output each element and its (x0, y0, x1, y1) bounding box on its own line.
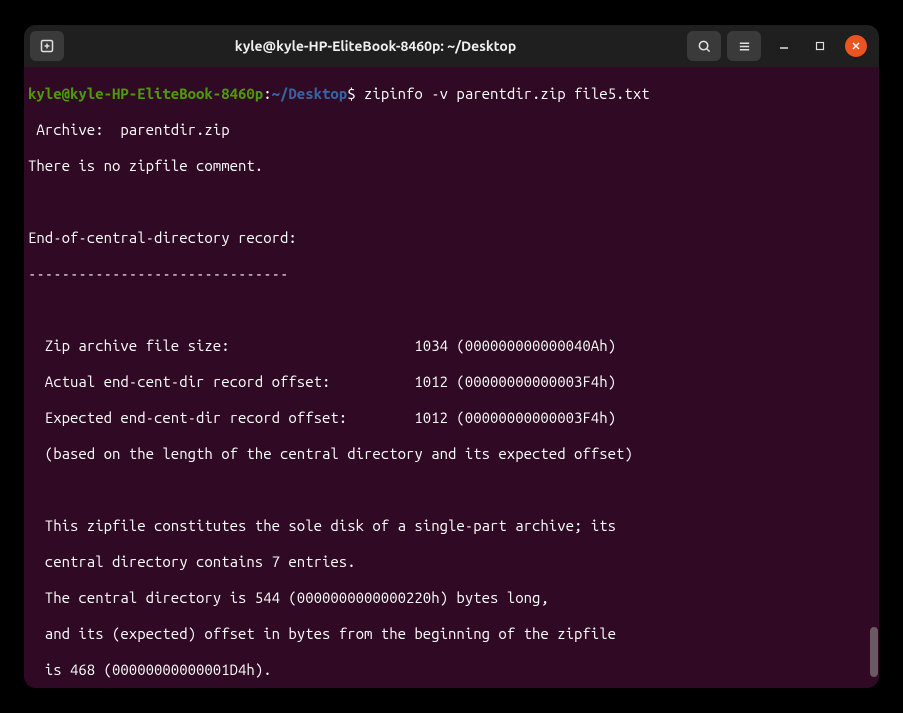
search-button[interactable] (687, 31, 721, 61)
output-line: This zipfile constitutes the sole disk o… (28, 517, 875, 535)
scrollbar-thumb[interactable] (870, 627, 878, 677)
output-line: is 468 (00000000000001D4h). (28, 661, 875, 679)
window-controls (767, 35, 873, 57)
output-line: Actual end-cent-dir record offset: 1012 … (28, 373, 875, 391)
output-line: The central directory is 544 (0000000000… (28, 589, 875, 607)
close-button[interactable] (845, 35, 867, 57)
scrollbar[interactable] (868, 67, 878, 688)
output-line (28, 481, 875, 499)
output-line: and its (expected) offset in bytes from … (28, 625, 875, 643)
output-line: central directory contains 7 entries. (28, 553, 875, 571)
output-line: (based on the length of the central dire… (28, 445, 875, 463)
output-line (28, 193, 875, 211)
output-line: End-of-central-directory record: (28, 229, 875, 247)
hamburger-menu-button[interactable] (727, 31, 761, 61)
prompt-line: kyle@kyle-HP-EliteBook-8460p:~/Desktop$ … (28, 85, 875, 103)
minimize-button[interactable] (773, 35, 795, 57)
prompt-user-host: kyle@kyle-HP-EliteBook-8460p (28, 85, 263, 102)
output-line: Zip archive file size: 1034 (00000000000… (28, 337, 875, 355)
prompt-dollar: $ (347, 85, 364, 102)
maximize-button[interactable] (809, 35, 831, 57)
prompt-path: ~/Desktop (272, 85, 348, 102)
output-line: ------------------------------- (28, 265, 875, 283)
titlebar: kyle@kyle-HP-EliteBook-8460p: ~/Desktop (24, 25, 879, 67)
output-line: Expected end-cent-dir record offset: 101… (28, 409, 875, 427)
output-line: Archive: parentdir.zip (28, 121, 875, 139)
prompt-separator: : (263, 85, 271, 102)
terminal-window: kyle@kyle-HP-EliteBook-8460p: ~/Desktop (24, 25, 879, 688)
new-tab-button[interactable] (30, 31, 64, 61)
terminal-viewport[interactable]: kyle@kyle-HP-EliteBook-8460p:~/Desktop$ … (24, 67, 879, 688)
window-title: kyle@kyle-HP-EliteBook-8460p: ~/Desktop (70, 38, 681, 54)
output-line: There is no zipfile comment. (28, 157, 875, 175)
output-line (28, 301, 875, 319)
command-text: zipinfo -v parentdir.zip file5.txt (364, 85, 650, 102)
